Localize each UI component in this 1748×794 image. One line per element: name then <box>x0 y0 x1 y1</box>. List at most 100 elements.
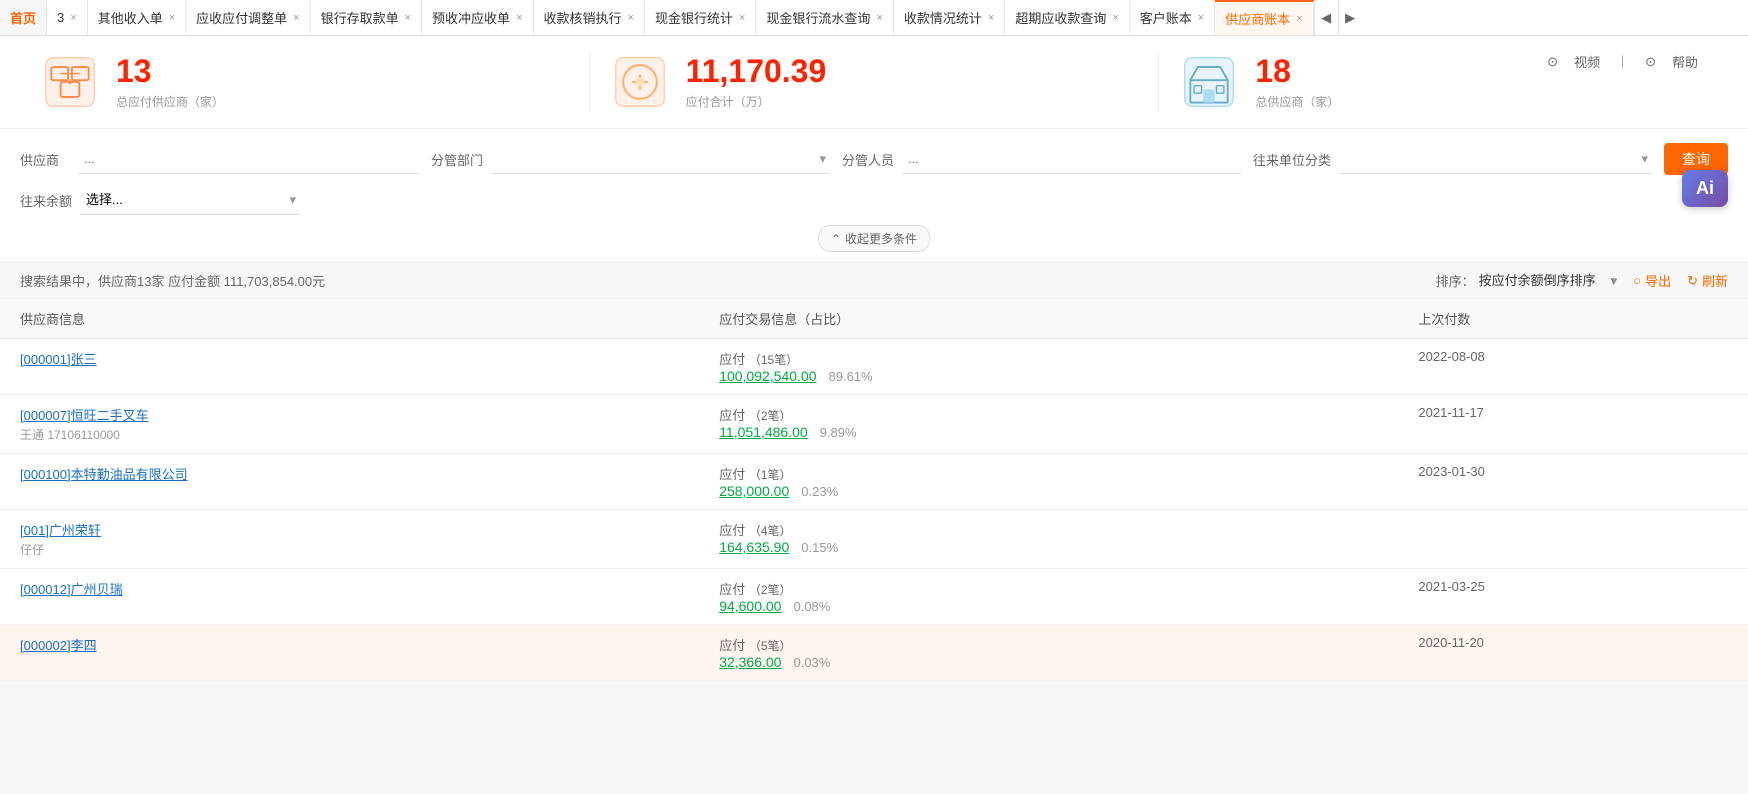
sort-select[interactable]: 按应付余额倒序排序 按应付余额正序排序 <box>1479 273 1611 288</box>
refresh-button[interactable]: ↻ 刷新 <box>1687 271 1728 290</box>
nav-item-customer-ledger[interactable]: 客户账本 × <box>1130 0 1215 35</box>
help-link[interactable]: 帮助 <box>1672 52 1698 71</box>
nav-item-overdue-ar[interactable]: 超期应收款查询 × <box>1005 0 1129 35</box>
last-pay-cell <box>1398 510 1748 569</box>
total-payable-amount-label: 应付合计（万） <box>686 93 827 110</box>
nav-bar: 首页 3 × 其他收入单 × 应收应付调整单 × 银行存取款单 × 预收冲应收单… <box>0 0 1748 36</box>
supplier-input[interactable] <box>78 144 419 174</box>
person-filter-label: 分管人员 <box>842 150 894 169</box>
supplier-cell: [001]广州荣轩仔仔 <box>0 510 699 569</box>
collapse-bar: ⌃ 收起更多条件 <box>20 225 1728 252</box>
close-icon[interactable]: × <box>1198 12 1204 24</box>
total-suppliers-label: 总供应商（家） <box>1255 93 1339 110</box>
amount-link[interactable]: 11,051,486.00 <box>719 424 808 440</box>
nav-item-cash-stats[interactable]: 现金银行统计 × <box>645 0 756 35</box>
col-last-pay: 上次付数 <box>1398 299 1748 339</box>
tx-cell: 应付 （2笔）94,600.000.08% <box>699 569 1398 625</box>
amount-link[interactable]: 94,600.00 <box>719 598 781 614</box>
total-payable-suppliers: 13 <box>116 54 224 89</box>
table-row: [000100]本特勤油品有限公司应付 （1笔）258,000.000.23%2… <box>0 454 1748 510</box>
tx-cell: 应付 （4笔）164,635.900.15% <box>699 510 1398 569</box>
amount-link[interactable]: 32,366.00 <box>719 654 781 670</box>
tx-amount-line: 258,000.000.23% <box>719 483 1378 499</box>
nav-item-ar-adjust[interactable]: 应收应付调整单 × <box>186 0 310 35</box>
last-pay-cell: 2022-08-08 <box>1398 339 1748 395</box>
close-icon[interactable]: × <box>516 12 522 24</box>
percentage-text: 0.03% <box>793 655 830 670</box>
supplier-icon <box>40 52 100 112</box>
sort-control: 排序： 按应付余额倒序排序 按应付余额正序排序 ▾ <box>1436 271 1618 290</box>
nav-item-bank-deposit[interactable]: 银行存取款单 × <box>311 0 422 35</box>
tx-cell: 应付 （2笔）11,051,486.009.89% <box>699 395 1398 454</box>
result-summary: 搜索结果中，供应商13家 应付金额 111,703,854.00元 <box>20 271 325 290</box>
nav-item-home[interactable]: 首页 <box>0 0 47 35</box>
nav-item-receipt-exec[interactable]: 收款核销执行 × <box>534 0 645 35</box>
filter-area: 供应商 分管部门 分管人员 往来单位分类 查询 <box>0 129 1748 263</box>
nav-item-cash-flow[interactable]: 现金银行流水查询 × <box>756 0 893 35</box>
table-row: [000001]张三 应付 （15笔）100,092,540.00 89.61% 20… <box>0 339 1748 395</box>
close-icon[interactable]: × <box>293 12 299 24</box>
tx-amount-line: 11,051,486.00 9.89% <box>719 424 1378 440</box>
amount-link[interactable]: 164,635.90 <box>719 539 789 555</box>
close-icon[interactable]: × <box>739 12 745 24</box>
video-link[interactable]: 视频 <box>1574 52 1600 71</box>
supplier-link[interactable]: [001]广州荣轩 <box>20 523 101 538</box>
nav-item-3[interactable]: 3 × <box>47 0 88 35</box>
amount-link[interactable]: 100,092,540.00 <box>719 368 816 384</box>
supplier-link[interactable]: [000012]广州贝瑞 <box>20 582 123 597</box>
balance-select[interactable]: 选择... <box>80 185 300 215</box>
close-icon[interactable]: × <box>1296 13 1302 25</box>
supplier-sub-info: 仔仔 <box>20 541 679 558</box>
person-input[interactable] <box>902 144 1241 174</box>
filter-category: 往来单位分类 <box>1253 144 1652 174</box>
supplier-table: 供应商信息 应付交易信息（占比） 上次付数 [000001]张三 应付 （15笔）… <box>0 299 1748 681</box>
close-icon[interactable]: × <box>628 12 634 24</box>
amount-link[interactable]: 258,000.00 <box>719 483 789 499</box>
tx-amount-line: 94,600.00 0.08% <box>719 598 1378 614</box>
supplier-link[interactable]: [000001]张三 <box>20 352 97 367</box>
close-icon[interactable]: × <box>169 12 175 24</box>
tx-amount-line: 164,635.90 0.15% <box>719 539 1378 555</box>
close-icon[interactable]: × <box>876 12 882 24</box>
last-pay-cell: 2021-11-17 <box>1398 395 1748 454</box>
tx-label-line: 应付 （1笔） <box>719 464 1378 483</box>
balance-filter-label: 往来余额 <box>20 191 72 210</box>
collapse-button[interactable]: ⌃ 收起更多条件 <box>818 225 930 252</box>
supplier-link[interactable]: [000100]本特勤油品有限公司 <box>20 467 188 482</box>
close-icon[interactable]: × <box>1112 12 1118 24</box>
percentage-text: 0.15% <box>801 540 838 555</box>
nav-item-prepay-offset[interactable]: 预收冲应收单 × <box>422 0 533 35</box>
summary-card-total: 18 总供应商（家） ⊙ 视频 ｜ ⊙ 帮助 <box>1159 52 1728 112</box>
ai-badge[interactable]: Ai <box>1682 170 1728 207</box>
tx-amount-line: 100,092,540.00 89.61% <box>719 368 1378 384</box>
percentage-text: 0.08% <box>793 599 830 614</box>
supplier-link[interactable]: [000002]李四 <box>20 638 97 653</box>
total-payable-suppliers-label: 总应付供应商（家） <box>116 93 224 110</box>
table-row: [000002]李四应付 （5笔）32,366.000.03%2020-11-2… <box>0 625 1748 681</box>
percentage-text: 9.89% <box>820 425 857 440</box>
category-select[interactable] <box>1339 144 1652 174</box>
supplier-link[interactable]: [000007]恒旺二手叉车 <box>20 408 149 423</box>
filter-person: 分管人员 <box>842 144 1241 174</box>
nav-next-button[interactable]: ▶ <box>1338 0 1362 36</box>
store-icon <box>1179 52 1239 112</box>
total-suppliers: 18 <box>1255 54 1339 89</box>
dept-select[interactable] <box>491 144 830 174</box>
supplier-cell: [000002]李四 <box>0 625 699 681</box>
nav-item-other-income[interactable]: 其他收入单 × <box>88 0 186 35</box>
last-pay-cell: 2020-11-20 <box>1398 625 1748 681</box>
supplier-filter-label: 供应商 <box>20 150 70 169</box>
close-icon[interactable]: × <box>405 12 411 24</box>
close-icon[interactable]: × <box>70 12 76 24</box>
nav-item-supplier-ledger[interactable]: 供应商账本 × <box>1215 0 1313 35</box>
filter-supplier: 供应商 <box>20 144 419 174</box>
nav-prev-button[interactable]: ◀ <box>1314 0 1338 36</box>
nav-item-receipt-stats[interactable]: 收款情况统计 × <box>894 0 1005 35</box>
summary-card-suppliers: 13 总应付供应商（家） <box>20 52 590 112</box>
tx-label-line: 应付 （15笔） <box>719 349 1378 368</box>
percentage-text: 89.61% <box>829 369 873 384</box>
table-header-row: 供应商信息 应付交易信息（占比） 上次付数 <box>0 299 1748 339</box>
last-pay-cell: 2023-01-30 <box>1398 454 1748 510</box>
close-icon[interactable]: × <box>988 12 994 24</box>
export-button[interactable]: ○ 导出 <box>1633 271 1671 290</box>
